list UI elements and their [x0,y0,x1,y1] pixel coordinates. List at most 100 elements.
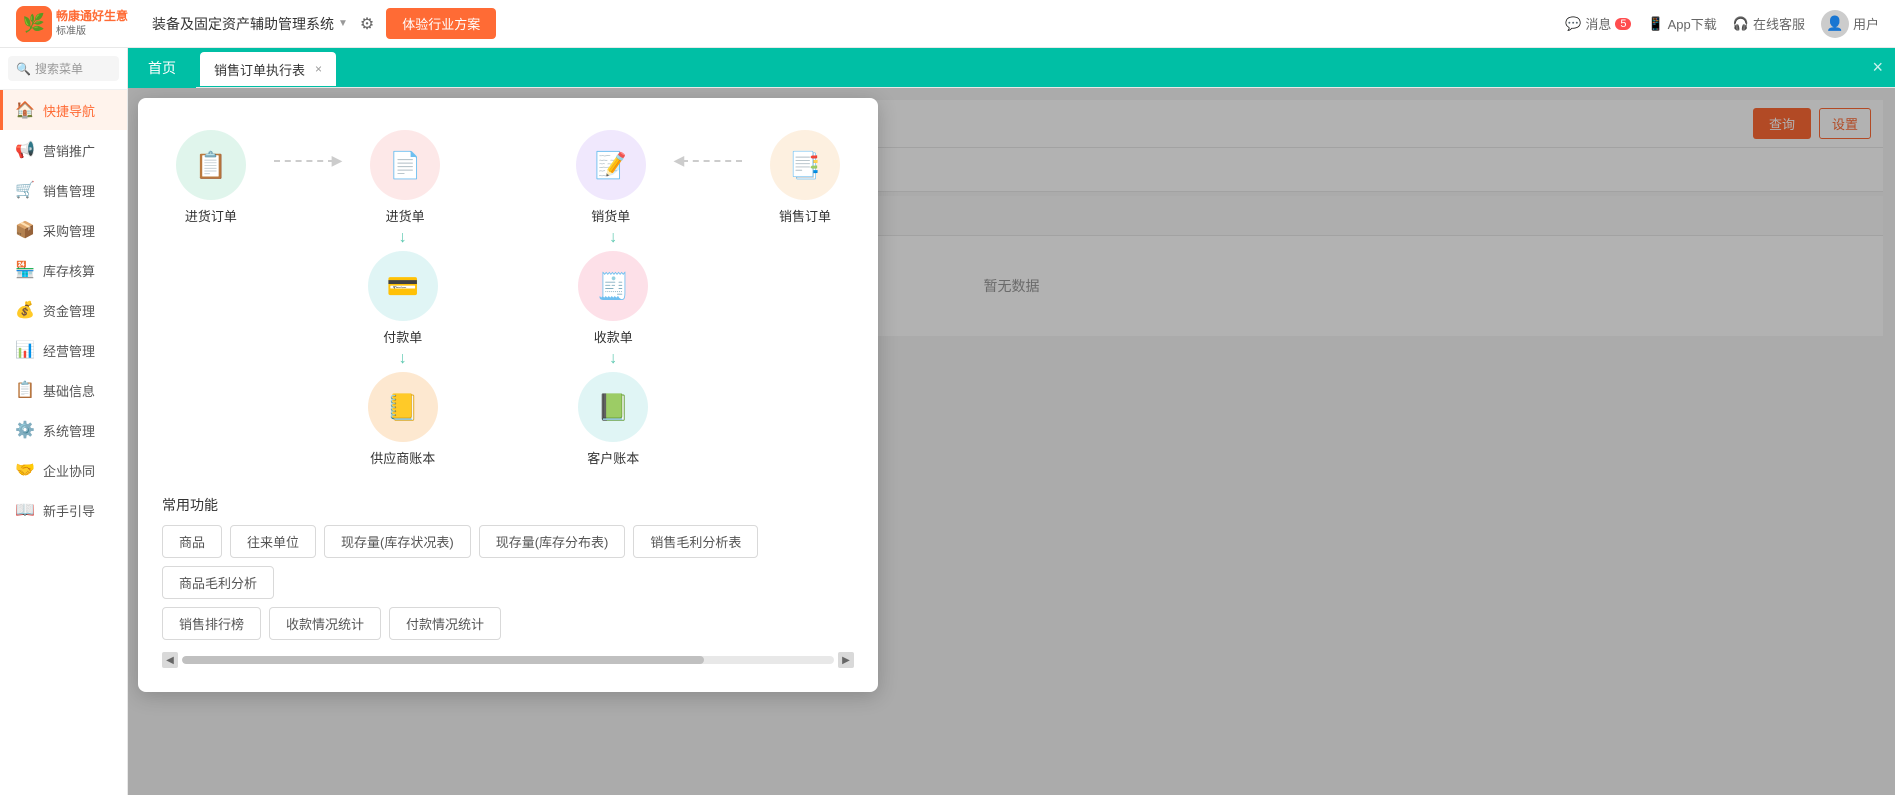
flow-diagram-area: 📋 进货订单 ▶ [162,122,854,483]
purchase-order-label: 进货订单 [185,206,237,225]
scrollbar-area: ◀ ▶ [162,652,854,668]
customer-ledger-circle[interactable]: 📗 [578,372,648,442]
down-arrows-row: ↓ ↓ [162,229,854,247]
sidebar-item-system[interactable]: ⚙️ 系统管理 [0,410,127,450]
scroll-right-btn[interactable]: ▶ [838,652,854,668]
func-btn-sales-rank[interactable]: 销售排行榜 [162,607,261,640]
func-btn-partner[interactable]: 往来单位 [230,525,316,558]
experience-btn[interactable]: 体验行业方案 [386,8,496,39]
message-icon: 💬 [1565,16,1581,32]
operations-icon: 📊 [15,340,35,360]
receipt-bill-node: 🧾 收款单 [578,251,648,346]
system-name[interactable]: 装备及固定资产辅助管理系统 ▼ [152,14,352,34]
payment-bill-node: 💳 付款单 [368,251,438,346]
top-bar: 🌿 畅康通好生意 标准版 装备及固定资产辅助管理系统 ▼ ⚙ 体验行业方案 💬 … [0,0,1895,48]
payment-bill-label: 付款单 [383,327,422,346]
online-service-btn[interactable]: 🎧 在线客服 [1733,14,1805,33]
scroll-track[interactable] [182,656,834,664]
sidebar-item-marketing[interactable]: 📢 营销推广 [0,130,127,170]
sidebar-item-operations[interactable]: 📊 经营管理 [0,330,127,370]
arrow-sales-order-to-bill: ◀ [673,152,742,169]
scroll-left-btn[interactable]: ◀ [162,652,178,668]
supplier-ledger-label: 供应商账本 [370,448,435,467]
receipt-bill-icon: 🧾 [597,271,629,302]
supplier-ledger-node: 📒 供应商账本 [368,372,438,467]
sidebar: 🔍 搜索菜单 🏠 快捷导航 📢 营销推广 🛒 销售管理 📦 采购管理 [0,48,128,795]
guide-icon: 📖 [15,500,35,520]
tab-close-btn[interactable]: × [315,62,322,76]
app-container: 🌿 畅康通好生意 标准版 装备及固定资产辅助管理系统 ▼ ⚙ 体验行业方案 💬 … [0,0,1895,795]
spacer-da2-3 [468,350,548,368]
logo-icon: 🌿 [16,6,52,42]
func-btn-product-margin[interactable]: 商品毛利分析 [162,566,274,599]
system-name-text: 装备及固定资产辅助管理系统 [152,14,334,34]
main-layout: 🔍 搜索菜单 🏠 快捷导航 📢 营销推广 🛒 销售管理 📦 采购管理 [0,48,1895,795]
message-label: 消息 [1585,14,1611,33]
service-icon: 🎧 [1733,16,1749,32]
common-functions-title: 常用功能 [162,495,854,515]
sidebar-item-purchase[interactable]: 📦 采购管理 [0,210,127,250]
payment-bill-circle[interactable]: 💳 [368,251,438,321]
sidebar-item-inventory[interactable]: 🏪 库存核算 [0,250,127,290]
purchase-icon: 📦 [15,220,35,240]
sales-bill-circle[interactable]: 📝 [576,130,646,200]
spacer1 [177,229,247,247]
sales-order-label: 销售订单 [779,206,831,225]
receipt-bill-circle[interactable]: 🧾 [578,251,648,321]
sales-order-circle[interactable]: 📑 [770,130,840,200]
main-content: ❓ 帮助 🖨 按模板打印 ▼ ⬆ 导出 🔄 刷新 [128,88,1895,795]
sidebar-item-enterprise[interactable]: 🤝 企业协同 [0,450,127,490]
quick-nav-icon: 🏠 [15,100,35,120]
purchase-order-node: 📋 进货订单 [176,130,246,225]
scroll-thumb [182,656,704,664]
tab-home[interactable]: 首页 [128,48,196,88]
row2-nodes: 💳 付款单 🧾 收款单 [162,251,854,346]
sidebar-item-finance[interactable]: 💰 资金管理 [0,290,127,330]
sales-bill-node: 📝 销货单 [576,130,646,225]
search-menu-btn[interactable]: 🔍 搜索菜单 [8,56,119,81]
purchase-bill-circle[interactable]: 📄 [370,130,440,200]
supplier-ledger-circle[interactable]: 📒 [368,372,438,442]
sidebar-item-base-info[interactable]: 📋 基础信息 [0,370,127,410]
purchase-label: 采购管理 [43,221,95,240]
logo-area: 🌿 畅康通好生意 标准版 [16,6,144,42]
system-label: 系统管理 [43,421,95,440]
logo-text: 畅康通好生意 标准版 [56,9,128,38]
func-btn-sales-margin[interactable]: 销售毛利分析表 [633,525,758,558]
spacer-da2-2 [277,350,337,368]
purchase-order-circle[interactable]: 📋 [176,130,246,200]
sidebar-item-guide[interactable]: 📖 新手引导 [0,490,127,530]
purchase-order-icon: 📋 [195,150,227,181]
spacer-da2-4 [679,350,739,368]
down-arrows-row2: ↓ ↓ [162,350,854,368]
spacer5 [769,229,839,247]
search-label: 搜索菜单 [35,60,83,77]
user-area[interactable]: 👤 用户 [1821,10,1879,38]
settings-icon[interactable]: ⚙ [360,14,374,34]
tab-bar: 首页 销售订单执行表 × × [128,48,1895,88]
app-download-btn[interactable]: 📱 App下载 [1647,14,1716,33]
enterprise-label: 企业协同 [43,461,95,480]
receipt-bill-label: 收款单 [594,327,633,346]
user-avatar: 👤 [1821,10,1849,38]
tab-home-label: 首页 [148,58,176,78]
func-btn-product[interactable]: 商品 [162,525,222,558]
system-icon: ⚙️ [15,420,35,440]
sales-label: 销售管理 [43,181,95,200]
operations-label: 经营管理 [43,341,95,360]
sidebar-search[interactable]: 🔍 搜索菜单 [0,48,127,90]
message-btn[interactable]: 💬 消息 5 [1565,14,1631,33]
func-btn-stock-status[interactable]: 现存量(库存状况表) [324,525,471,558]
spacer2 [277,229,337,247]
func-btn-stock-dist[interactable]: 现存量(库存分布表) [479,525,626,558]
spacer4 [679,229,739,247]
func-btn-payment-stats[interactable]: 付款情况统计 [389,607,501,640]
quick-nav-label: 快捷导航 [43,101,95,120]
tab-sales-order[interactable]: 销售订单执行表 × [200,52,336,86]
func-btn-receipt-stats[interactable]: 收款情况统计 [269,607,381,640]
sales-bill-icon: 📝 [595,150,627,181]
sidebar-item-sales[interactable]: 🛒 销售管理 [0,170,127,210]
tab-bar-close-btn[interactable]: × [1860,57,1895,78]
finance-label: 资金管理 [43,301,95,320]
sidebar-item-quick-nav[interactable]: 🏠 快捷导航 [0,90,127,130]
